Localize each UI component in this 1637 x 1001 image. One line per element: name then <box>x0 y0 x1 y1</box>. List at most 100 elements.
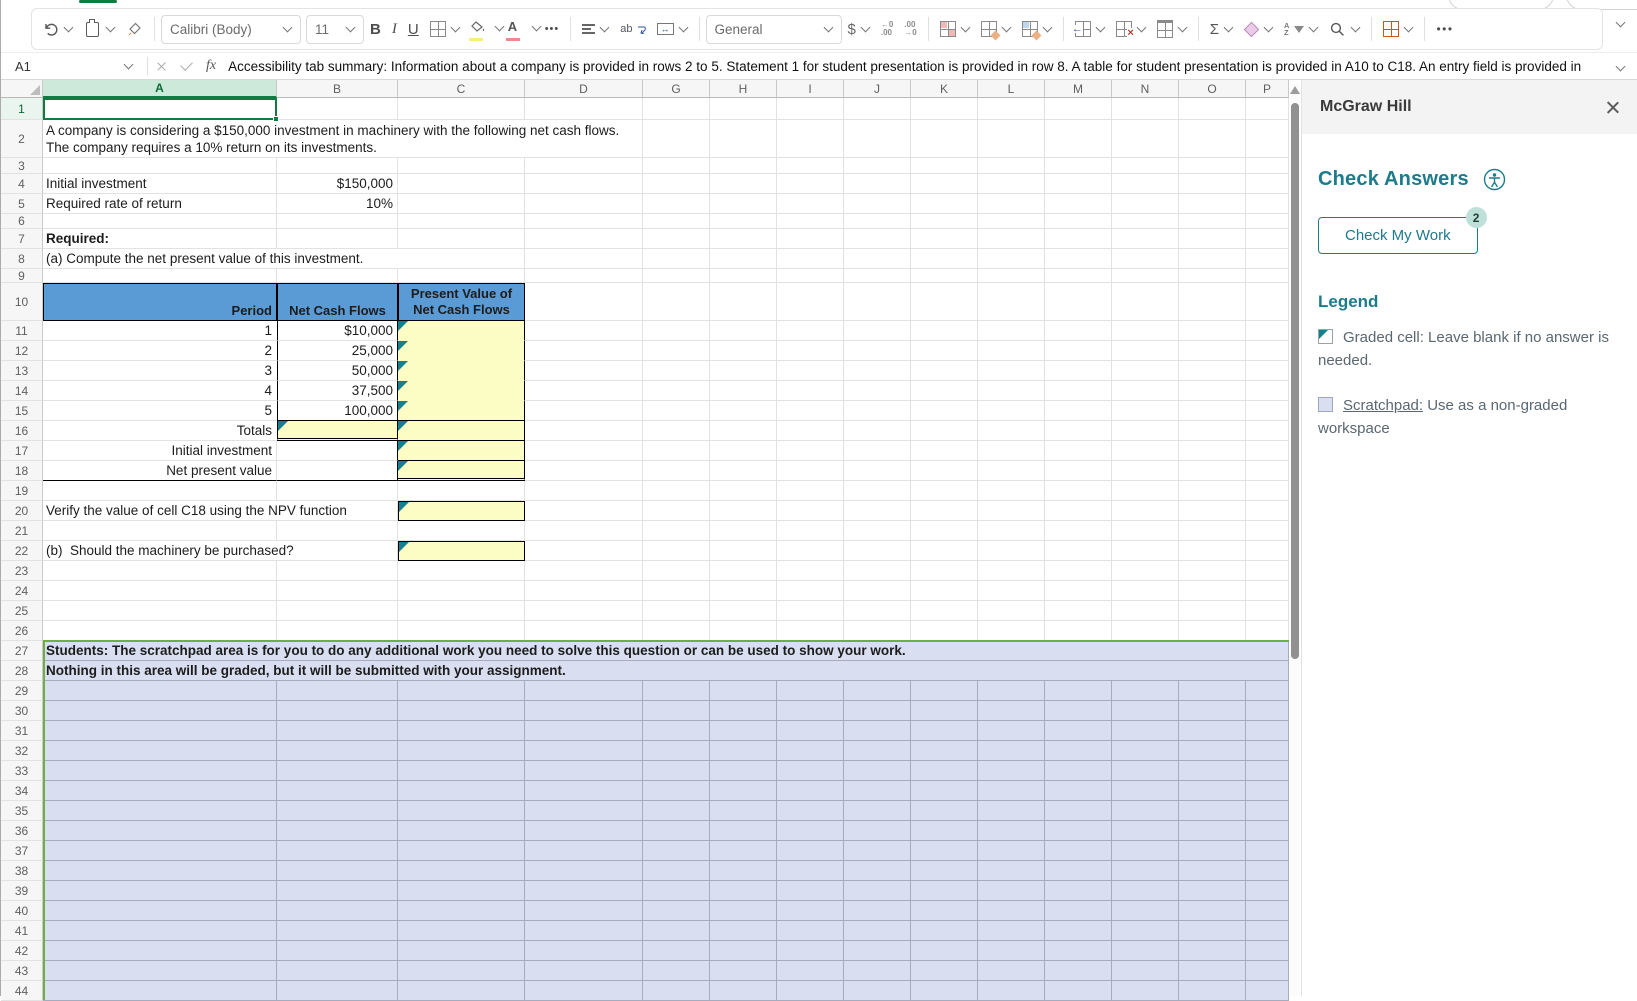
cell-B25[interactable] <box>277 601 398 621</box>
cell-B44[interactable] <box>277 981 398 1001</box>
cell-M29[interactable] <box>1045 681 1112 701</box>
cell-styles-icon[interactable] <box>1017 13 1057 45</box>
cell-O16[interactable] <box>1179 421 1246 441</box>
cell-N3[interactable] <box>1112 158 1179 174</box>
fill-color-icon[interactable] <box>466 13 505 45</box>
cell-H40[interactable] <box>710 901 777 921</box>
cell-C24[interactable] <box>398 581 525 601</box>
cell-L43[interactable] <box>978 961 1045 981</box>
cell-options-icon[interactable] <box>1378 13 1418 45</box>
cell-B9[interactable] <box>277 269 398 283</box>
cell-B10[interactable]: Net Cash Flows <box>277 283 398 321</box>
cell-K23[interactable] <box>911 561 978 581</box>
cell-M41[interactable] <box>1045 921 1112 941</box>
cell-M26[interactable] <box>1045 621 1112 641</box>
cell-M44[interactable] <box>1045 981 1112 1001</box>
cell-A33[interactable] <box>43 761 277 781</box>
cell-C7[interactable] <box>398 229 525 249</box>
row-header-4[interactable]: 4 <box>1 174 43 194</box>
cell-H16[interactable] <box>710 421 777 441</box>
cell-O24[interactable] <box>1179 581 1246 601</box>
cell-I24[interactable] <box>777 581 844 601</box>
cell-I19[interactable] <box>777 481 844 501</box>
wrap-text-icon[interactable]: ab <box>615 13 650 45</box>
sort-filter-icon[interactable]: AZ <box>1279 13 1323 45</box>
cell-G42[interactable] <box>643 941 710 961</box>
cell-P20[interactable] <box>1246 501 1289 521</box>
cell-M17[interactable] <box>1045 441 1112 461</box>
cell-J10[interactable] <box>844 283 911 321</box>
cell-N18[interactable] <box>1112 461 1179 481</box>
cell-P15[interactable] <box>1246 401 1289 421</box>
cell-K19[interactable] <box>911 481 978 501</box>
cell-L31[interactable] <box>978 721 1045 741</box>
cell-O4[interactable] <box>1179 174 1246 194</box>
cell-A34[interactable] <box>43 781 277 801</box>
cell-A35[interactable] <box>43 801 277 821</box>
cell-M18[interactable] <box>1045 461 1112 481</box>
cell-H44[interactable] <box>710 981 777 1001</box>
cell-A30[interactable] <box>43 701 277 721</box>
cell-N14[interactable] <box>1112 381 1179 401</box>
cell-O38[interactable] <box>1179 861 1246 881</box>
more-font-options-icon[interactable]: ••• <box>540 13 565 45</box>
cell-G4[interactable] <box>643 174 710 194</box>
cell-O10[interactable] <box>1179 283 1246 321</box>
alignment-icon[interactable] <box>577 13 614 45</box>
cell-P4[interactable] <box>1246 174 1289 194</box>
cell-J4[interactable] <box>844 174 911 194</box>
cell-B39[interactable] <box>277 881 398 901</box>
row-header-14[interactable]: 14 <box>1 381 43 401</box>
row-header-44[interactable]: 44 <box>1 981 43 1001</box>
cell-O15[interactable] <box>1179 401 1246 421</box>
cell-B14[interactable]: 37,500 <box>277 381 398 401</box>
cell-I30[interactable] <box>777 701 844 721</box>
column-header-J[interactable]: J <box>844 80 911 98</box>
cell-I40[interactable] <box>777 901 844 921</box>
row-header-2[interactable]: 2 <box>1 120 43 158</box>
cell-A12[interactable]: 2 <box>43 341 277 361</box>
cell-G39[interactable] <box>643 881 710 901</box>
cell-K2[interactable] <box>911 120 978 158</box>
cell-J43[interactable] <box>844 961 911 981</box>
cell-K7[interactable] <box>911 229 978 249</box>
cell-D8[interactable] <box>525 249 643 269</box>
cell-N2[interactable] <box>1112 120 1179 158</box>
cell-O18[interactable] <box>1179 461 1246 481</box>
cell-J1[interactable] <box>844 98 911 120</box>
row-header-36[interactable]: 36 <box>1 821 43 841</box>
underline-button[interactable]: U <box>403 13 424 45</box>
column-header-B[interactable]: B <box>277 80 398 98</box>
paste-icon[interactable] <box>79 13 120 45</box>
cell-N23[interactable] <box>1112 561 1179 581</box>
cell-A40[interactable] <box>43 901 277 921</box>
column-header-C[interactable]: C <box>398 80 525 98</box>
cell-C13[interactable] <box>398 361 525 381</box>
cell-L5[interactable] <box>978 194 1045 214</box>
cell-P25[interactable] <box>1246 601 1289 621</box>
cell-G25[interactable] <box>643 601 710 621</box>
cell-C11[interactable] <box>398 321 525 341</box>
cell-D20[interactable] <box>525 501 643 521</box>
cell-J35[interactable] <box>844 801 911 821</box>
cell-G13[interactable] <box>643 361 710 381</box>
cell-O20[interactable] <box>1179 501 1246 521</box>
cell-H23[interactable] <box>710 561 777 581</box>
cell-C42[interactable] <box>398 941 525 961</box>
cell-N34[interactable] <box>1112 781 1179 801</box>
cell-G30[interactable] <box>643 701 710 721</box>
cell-K22[interactable] <box>911 541 978 561</box>
cell-D19[interactable] <box>525 481 643 501</box>
cell-A7[interactable]: Required: <box>43 229 277 249</box>
cell-A8[interactable]: (a) Compute the net present value of thi… <box>43 249 525 269</box>
cell-A28[interactable]: Nothing in this area will be graded, but… <box>43 661 1289 681</box>
search-icon[interactable] <box>1324 13 1365 45</box>
cell-H32[interactable] <box>710 741 777 761</box>
cell-M33[interactable] <box>1045 761 1112 781</box>
cell-L44[interactable] <box>978 981 1045 1001</box>
cell-G3[interactable] <box>643 158 710 174</box>
cell-C30[interactable] <box>398 701 525 721</box>
increase-decimal-icon[interactable]: .00 →0 <box>899 13 921 45</box>
cell-H25[interactable] <box>710 601 777 621</box>
cell-J6[interactable] <box>844 214 911 229</box>
